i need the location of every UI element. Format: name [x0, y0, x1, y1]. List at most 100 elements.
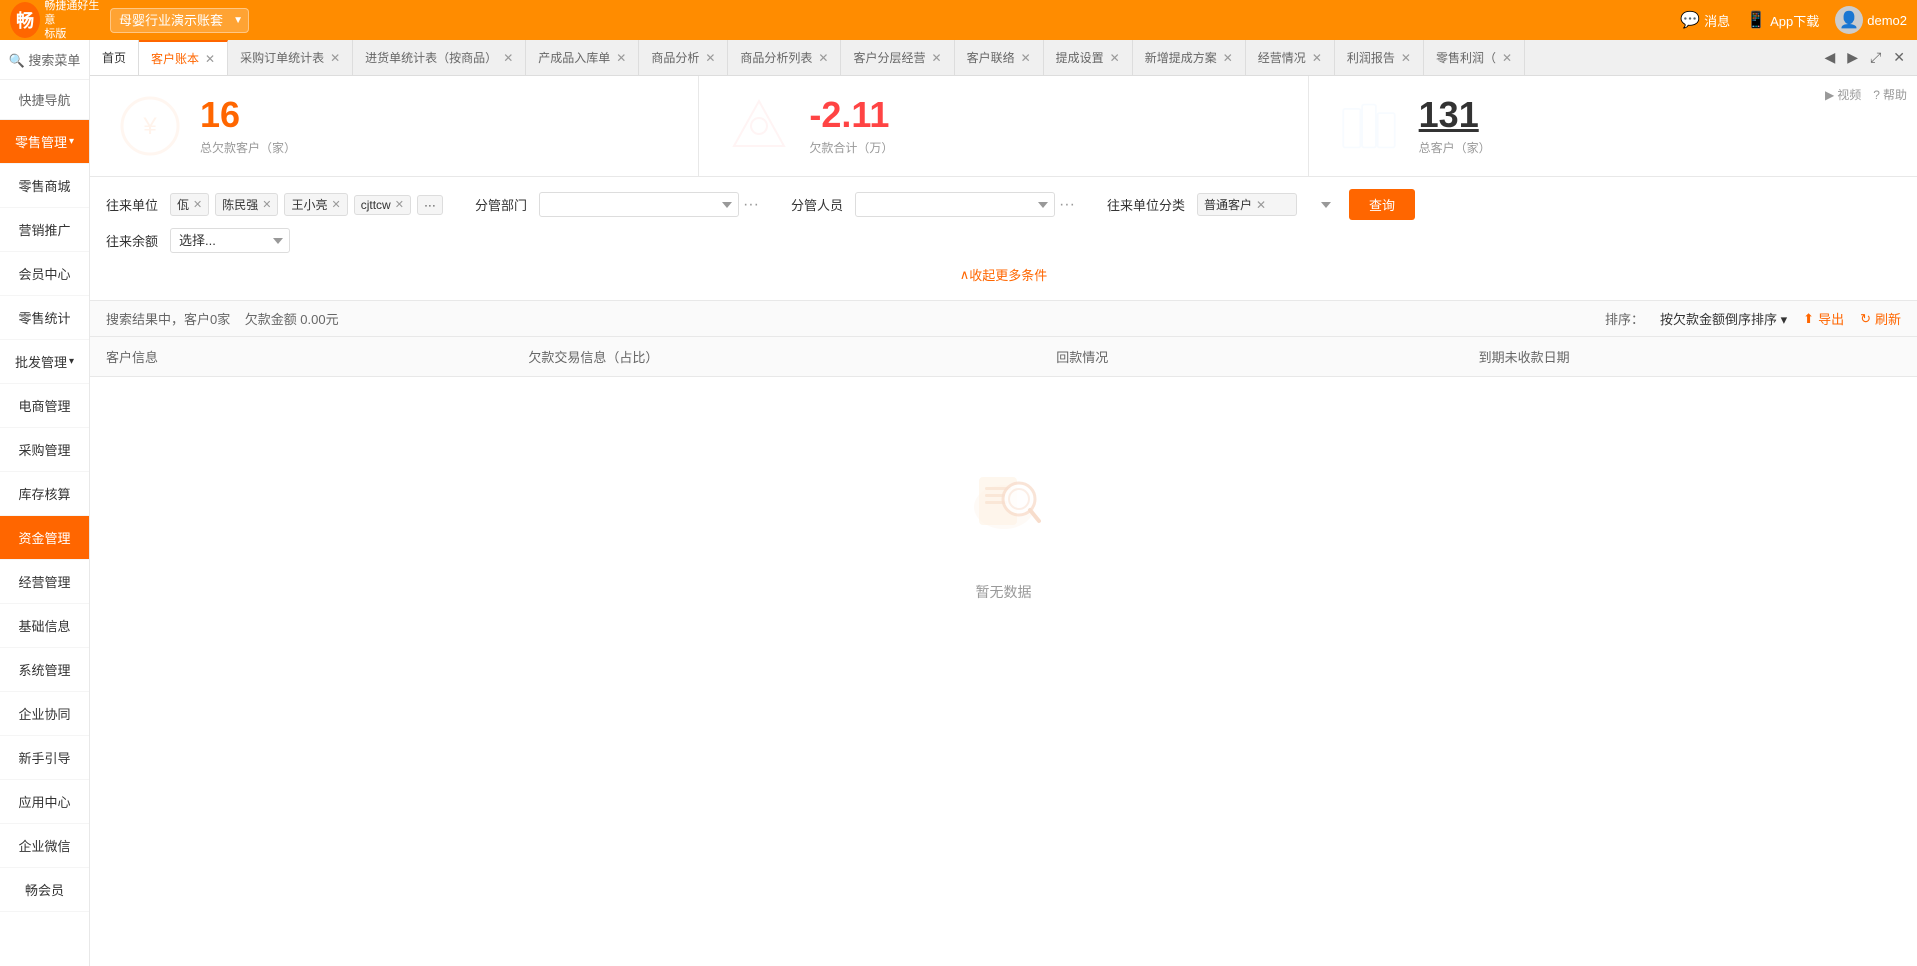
- tab-customer-account[interactable]: 客户账本 ✕: [139, 40, 228, 76]
- tab-close-purchase-order[interactable]: ✕: [330, 51, 340, 65]
- sidebar-item-marketing[interactable]: 营销推广: [0, 208, 89, 252]
- data-table: 客户信息 欠款交易信息（占比） 回款情况 到期未收款日期: [90, 337, 1917, 682]
- unit-class-select[interactable]: [1297, 193, 1337, 216]
- tab-new-achievement[interactable]: 新增提成方案 ✕: [1133, 40, 1246, 76]
- tag-close-c[interactable]: ✕: [332, 198, 341, 211]
- sidebar-item-enterprise-wechat[interactable]: 企业微信: [0, 824, 89, 868]
- message-icon: 💬: [1680, 10, 1700, 30]
- unit-class-tag-close[interactable]: ✕: [1256, 198, 1266, 212]
- help-btn[interactable]: ? 帮助: [1873, 86, 1907, 103]
- sidebar-item-retail-mall[interactable]: 零售商城: [0, 164, 89, 208]
- unit-tag-a[interactable]: 佤 ✕: [170, 193, 209, 216]
- sidebar-item-retail-mgmt[interactable]: 零售管理 ▾: [0, 120, 89, 164]
- tab-close-customer-segment[interactable]: ✕: [932, 51, 942, 65]
- workspace-selector-wrap[interactable]: 母婴行业演示账套: [110, 8, 249, 33]
- filter-collapse-row: ∧ 收起更多条件: [106, 261, 1901, 288]
- tab-close-customer-account[interactable]: ✕: [205, 52, 215, 66]
- sidebar: 🔍 搜索菜单 快捷导航 零售管理 ▾ 零售商城 营销推广 会员中心 零售统计 批…: [0, 40, 90, 966]
- search-summary-right: 排序： 按欠款金额倒序排序 ▾ ⬆ 导出 ↻ 刷新: [1605, 309, 1901, 328]
- tab-reminder-settings[interactable]: 提成设置 ✕: [1044, 40, 1133, 76]
- sidebar-item-member-center[interactable]: 会员中心: [0, 252, 89, 296]
- stat-label-all: 总客户（家）: [1419, 139, 1491, 156]
- sort-select[interactable]: 按欠款金额倒序排序 ▾: [1660, 309, 1787, 328]
- tab-ops-situation[interactable]: 经营情况 ✕: [1246, 40, 1335, 76]
- tab-product-inbound[interactable]: 产成品入库单 ✕: [526, 40, 639, 76]
- sidebar-item-purchase-mgmt[interactable]: 采购管理: [0, 428, 89, 472]
- stat-values-customers: 16 总欠款客户（家）: [200, 97, 296, 156]
- unit-tag-d[interactable]: cjttcw ✕: [354, 195, 411, 215]
- tab-close-ops[interactable]: ✕: [1312, 51, 1322, 65]
- dept-filter-select[interactable]: [539, 192, 739, 217]
- tab-close-profit[interactable]: ✕: [1401, 51, 1411, 65]
- unit-class-label: 往来单位分类: [1107, 195, 1185, 214]
- sidebar-item-retail-stats[interactable]: 零售统计: [0, 296, 89, 340]
- top-bar-right: 💬 消息 📱 App下载 👤 demo2: [1680, 6, 1907, 34]
- top-bar: 畅 畅捷通好生意 标版 母婴行业演示账套 💬 消息 📱 A: [0, 0, 1917, 40]
- sidebar-search[interactable]: 🔍 搜索菜单: [0, 40, 89, 80]
- tab-maximize-btn[interactable]: ⤢: [1866, 47, 1885, 68]
- sidebar-item-app-center[interactable]: 应用中心: [0, 780, 89, 824]
- unit-tag-b[interactable]: 陈民强 ✕: [215, 193, 278, 216]
- tag-close-d[interactable]: ✕: [395, 198, 404, 211]
- unit-tag-more[interactable]: ···: [417, 195, 443, 215]
- tab-close-reminder[interactable]: ✕: [1110, 51, 1120, 65]
- sidebar-item-ops-mgmt[interactable]: 经营管理: [0, 560, 89, 604]
- tab-close-retail-profit[interactable]: ✕: [1502, 51, 1512, 65]
- workspace-selector[interactable]: 母婴行业演示账套: [110, 8, 249, 33]
- tab-customer-segment[interactable]: 客户分层经营 ✕: [841, 40, 954, 76]
- sidebar-item-member[interactable]: 畅会员: [0, 868, 89, 912]
- unit-tag-c[interactable]: 王小亮 ✕: [284, 193, 347, 216]
- person-filter-select[interactable]: [855, 192, 1055, 217]
- export-btn[interactable]: ⬆ 导出: [1803, 309, 1844, 328]
- stat-icon-debt: [729, 96, 789, 156]
- tab-close-all-btn[interactable]: ✕: [1889, 47, 1909, 68]
- message-btn[interactable]: 💬 消息: [1680, 10, 1730, 30]
- tab-next-btn[interactable]: ▶: [1843, 47, 1862, 68]
- refresh-btn[interactable]: ↻ 刷新: [1860, 309, 1901, 328]
- app-download-btn[interactable]: 📱 App下载: [1746, 10, 1819, 30]
- tab-profit-report[interactable]: 利润报告 ✕: [1335, 40, 1424, 76]
- sidebar-item-enterprise[interactable]: 企业协同: [0, 692, 89, 736]
- sidebar-item-new-guide[interactable]: 新手引导: [0, 736, 89, 780]
- stat-value-debt: -2.11: [809, 97, 893, 133]
- stat-total-debt: -2.11 欠款合计（万）: [699, 76, 1308, 176]
- tab-customer-contact[interactable]: 客户联络 ✕: [955, 40, 1044, 76]
- stat-icon-all-customers: [1339, 96, 1399, 156]
- tab-bar-controls: ◀ ▶ ⤢ ✕: [1813, 47, 1917, 68]
- logo-text: 畅捷通好生意 标版: [44, 0, 100, 41]
- dept-more-btn[interactable]: ···: [743, 196, 759, 214]
- unit-class-tag[interactable]: 普通客户 ✕: [1197, 193, 1297, 216]
- sort-label: 排序：: [1605, 309, 1644, 328]
- tab-close-product-analysis-list[interactable]: ✕: [818, 51, 828, 65]
- stat-value-all: 131: [1419, 97, 1491, 133]
- tab-prev-btn[interactable]: ◀: [1821, 47, 1840, 68]
- tab-close-product-inbound[interactable]: ✕: [616, 51, 626, 65]
- person-more-btn[interactable]: ···: [1059, 196, 1075, 214]
- page-content: ¥ 16 总欠款客户（家）: [90, 76, 1917, 966]
- tab-product-analysis-list[interactable]: 商品分析列表 ✕: [728, 40, 841, 76]
- sidebar-item-basic-info[interactable]: 基础信息: [0, 604, 89, 648]
- sidebar-quick-nav[interactable]: 快捷导航: [0, 80, 89, 120]
- tab-inbound-stats[interactable]: 进货单统计表（按商品） ✕: [353, 40, 526, 76]
- tab-close-product-analysis[interactable]: ✕: [705, 51, 715, 65]
- video-help-btn[interactable]: ▶ 视频: [1825, 86, 1861, 103]
- tab-retail-profit[interactable]: 零售利润（ ✕: [1424, 40, 1525, 76]
- tab-purchase-order-stats[interactable]: 采购订单统计表 ✕: [228, 40, 353, 76]
- play-icon: ▶: [1825, 88, 1834, 102]
- tab-home[interactable]: 首页: [90, 40, 139, 76]
- tag-close-a[interactable]: ✕: [193, 198, 202, 211]
- query-button[interactable]: 查询: [1349, 189, 1415, 220]
- tab-close-inbound[interactable]: ✕: [503, 51, 513, 65]
- sidebar-item-wholesale-mgmt[interactable]: 批发管理 ▾: [0, 340, 89, 384]
- tag-close-b[interactable]: ✕: [262, 198, 271, 211]
- sidebar-item-sys-mgmt[interactable]: 系统管理: [0, 648, 89, 692]
- collapse-btn[interactable]: ∧ 收起更多条件: [106, 261, 1901, 288]
- tab-product-analysis[interactable]: 商品分析 ✕: [639, 40, 728, 76]
- tab-close-new-achievement[interactable]: ✕: [1223, 51, 1233, 65]
- balance-filter-select[interactable]: 选择...: [170, 228, 290, 253]
- tab-close-customer-contact[interactable]: ✕: [1021, 51, 1031, 65]
- user-menu[interactable]: 👤 demo2: [1835, 6, 1907, 34]
- sidebar-item-finance-mgmt[interactable]: 资金管理: [0, 516, 89, 560]
- sidebar-item-inventory[interactable]: 库存核算: [0, 472, 89, 516]
- sidebar-item-ecom-mgmt[interactable]: 电商管理: [0, 384, 89, 428]
